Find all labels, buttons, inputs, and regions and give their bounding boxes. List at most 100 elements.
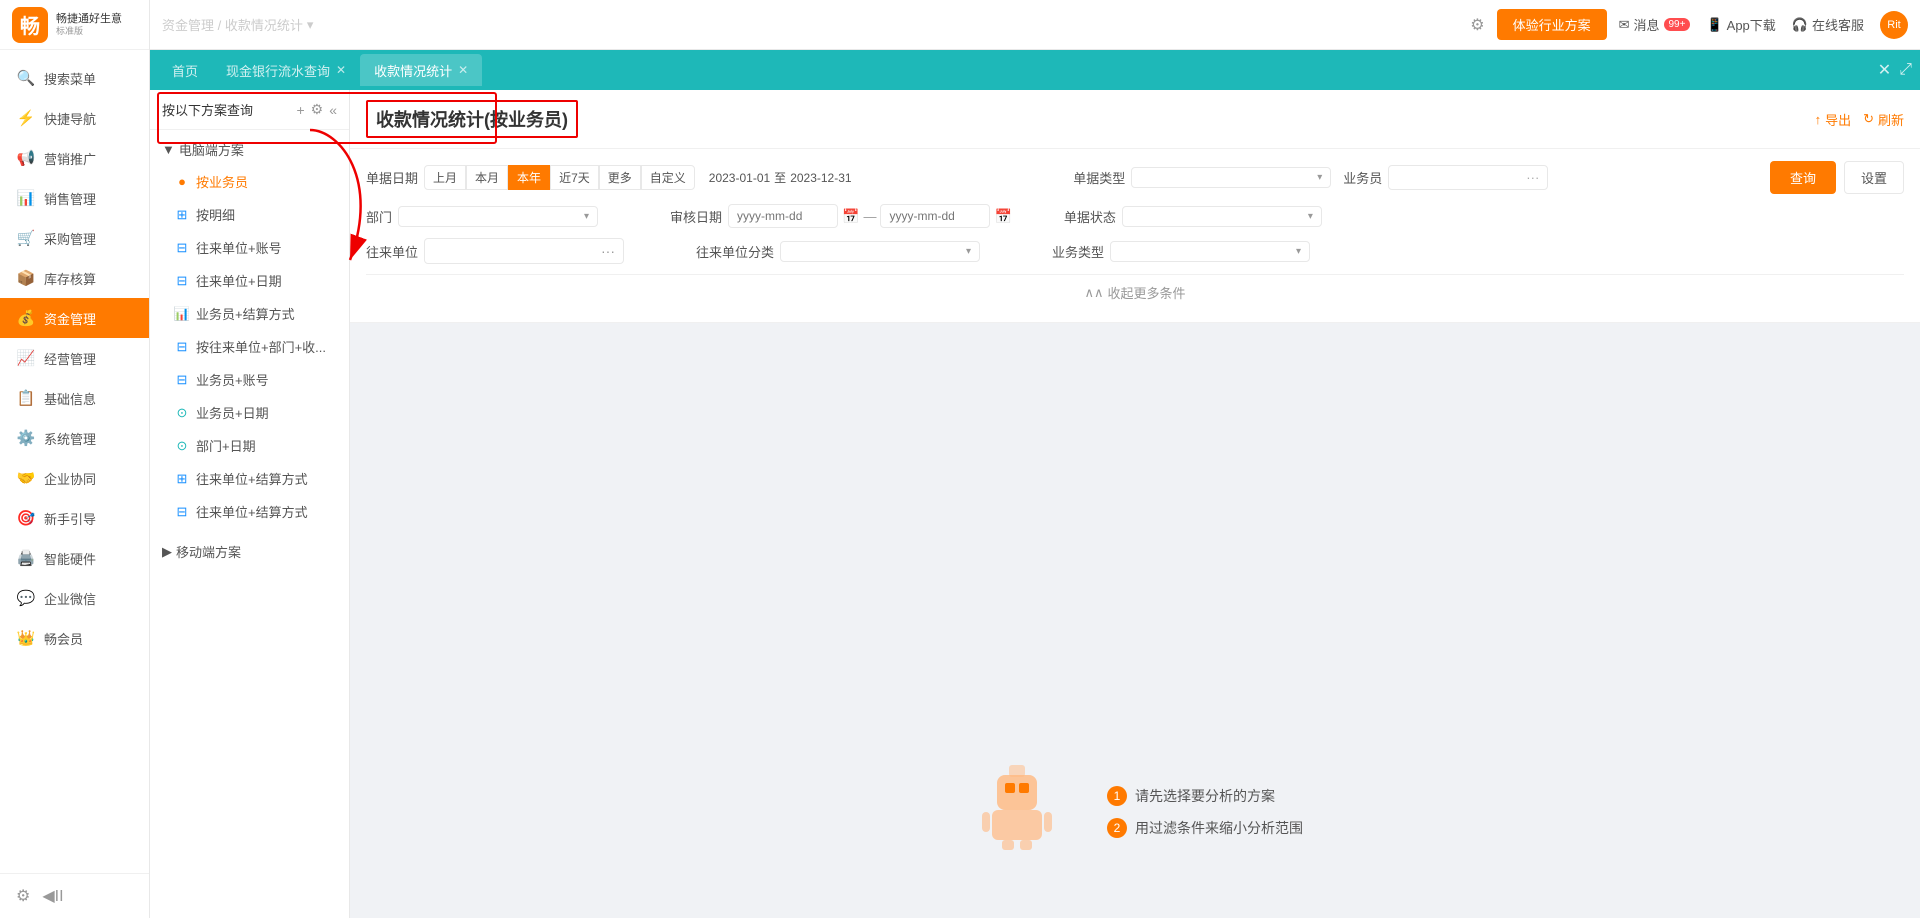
scheme-item-partner-settle2-label: 往来单位+结算方式 <box>196 502 308 521</box>
online-service-button[interactable]: 🎧 在线客服 <box>1792 15 1864 34</box>
scheme-item-salesperson[interactable]: ● 按业务员 <box>150 165 349 198</box>
tab-bank-flow[interactable]: 现金银行流水查询 ✕ <box>212 54 360 86</box>
filter-dept: 部门 ▾ <box>366 206 598 227</box>
scheme-item-partner-account[interactable]: ⊟ 往来单位+账号 <box>150 231 349 264</box>
tab-bank-flow-close[interactable]: ✕ <box>336 63 346 77</box>
sidebar-settings-icon[interactable]: ⚙ <box>16 886 30 906</box>
left-panel-header-icons: + ⚙ « <box>296 101 337 118</box>
scheme-item-dept-date[interactable]: ⊙ 部门+日期 <box>150 429 349 462</box>
scheme-item-partner-date[interactable]: ⊟ 往来单位+日期 <box>150 264 349 297</box>
sidebar-item-inventory[interactable]: 📦 库存核算 <box>0 258 149 298</box>
date-btn-custom[interactable]: 自定义 <box>641 165 695 190</box>
left-panel-header: 按以下方案查询 + ⚙ « <box>150 90 349 130</box>
scheme-item-partner-dept-label: 按往来单位+部门+收... <box>196 337 326 356</box>
scheme-settings-icon[interactable]: ⚙ <box>311 101 324 118</box>
refresh-button[interactable]: ↻ 刷新 <box>1863 110 1904 129</box>
app-download-button[interactable]: 📱 App下载 <box>1706 15 1775 34</box>
scheme-item-salesperson-account-label: 业务员+账号 <box>196 370 269 389</box>
operation-icon: 📈 <box>16 348 36 368</box>
sidebar-item-system[interactable]: ⚙️ 系统管理 <box>0 418 149 458</box>
trial-button[interactable]: 体验行业方案 <box>1497 9 1607 40</box>
salesperson-select[interactable]: ··· <box>1388 165 1548 190</box>
partner-category-select[interactable]: ▾ <box>780 241 980 262</box>
dropdown-icon[interactable]: ▾ <box>307 17 314 33</box>
hint-text-2: 用过滤条件来缩小分析范围 <box>1135 818 1303 838</box>
doc-type-select[interactable]: ▾ <box>1131 167 1331 188</box>
dept-select[interactable]: ▾ <box>398 206 598 227</box>
partner-label: 往来单位 <box>366 242 418 261</box>
breadcrumb-text: 资金管理 / 收款情况统计 <box>162 15 303 34</box>
messages-button[interactable]: ✉ 消息 99+ <box>1619 15 1691 34</box>
date-btn-this-year[interactable]: 本年 <box>508 165 550 190</box>
salesperson-more-icon[interactable]: ··· <box>1526 170 1539 185</box>
sidebar-item-capital-label: 资金管理 <box>44 309 96 328</box>
sidebar-item-guide[interactable]: 🎯 新手引导 <box>0 498 149 538</box>
date-btn-this-month[interactable]: 本月 <box>466 165 508 190</box>
collapse-filter-button[interactable]: ∧∧ 收起更多条件 <box>366 274 1904 310</box>
partner-select[interactable]: ··· <box>424 238 624 264</box>
doc-type-arrow: ▾ <box>1317 172 1322 183</box>
page-title: 收款情况统计(按业务员) <box>366 100 578 138</box>
left-panel-collapse-icon[interactable]: « <box>329 102 337 118</box>
tab-expand-icon[interactable]: ⤢ <box>1899 61 1912 79</box>
query-button[interactable]: 查询 <box>1770 161 1836 194</box>
scheme-item-detail-icon: ⊞ <box>174 207 190 223</box>
scheme-item-salesperson-date[interactable]: ⊙ 业务员+日期 <box>150 396 349 429</box>
scheme-item-salesperson-account-icon: ⊟ <box>174 372 190 388</box>
sidebar-item-operation[interactable]: 📈 经营管理 <box>0 338 149 378</box>
sidebar-item-purchase[interactable]: 🛒 采购管理 <box>0 218 149 258</box>
settings-button[interactable]: 设置 <box>1844 161 1904 194</box>
review-date-label: 审核日期 <box>670 207 722 226</box>
business-type-select[interactable]: ▾ <box>1110 241 1310 262</box>
sidebar-item-base-info[interactable]: 📋 基础信息 <box>0 378 149 418</box>
sidebar-item-smart-hw-label: 智能硬件 <box>44 549 96 568</box>
sidebar-item-quick-nav[interactable]: ⚡ 快捷导航 <box>0 98 149 138</box>
review-date-from[interactable] <box>728 204 838 228</box>
scheme-group-mobile-label: 移动端方案 <box>176 542 241 561</box>
date-btn-more[interactable]: 更多 <box>599 165 641 190</box>
doc-status-select[interactable]: ▾ <box>1122 206 1322 227</box>
quick-nav-icon: ⚡ <box>16 108 36 128</box>
date-range: 2023-01-01 至 2023-12-31 <box>709 169 852 186</box>
date-btn-last-month[interactable]: 上月 <box>424 165 466 190</box>
cal-icon-to[interactable]: 📅 <box>994 208 1011 225</box>
collapse-label: 收起更多条件 <box>1108 283 1186 302</box>
scheme-item-salesperson-settle[interactable]: 📊 业务员+结算方式 <box>150 297 349 330</box>
scheme-item-partner-dept[interactable]: ⊟ 按往来单位+部门+收... <box>150 330 349 363</box>
date-btn-7days[interactable]: 近7天 <box>550 165 599 190</box>
business-type-arrow: ▾ <box>1296 246 1301 257</box>
add-scheme-icon[interactable]: + <box>296 102 304 118</box>
topbar-settings-icon[interactable]: ⚙ <box>1470 15 1484 35</box>
user-name: Rit <box>1887 19 1900 31</box>
scheme-group-desktop-title[interactable]: ▼ 电脑端方案 <box>150 134 349 165</box>
sidebar-nav: 🔍 搜索菜单 ⚡ 快捷导航 📢 营销推广 📊 销售管理 🛒 采购管理 📦 库存核… <box>0 50 149 873</box>
sidebar-item-marketing[interactable]: 📢 营销推广 <box>0 138 149 178</box>
tab-home[interactable]: 首页 <box>158 54 212 86</box>
scheme-item-detail[interactable]: ⊞ 按明细 <box>150 198 349 231</box>
tab-receipts-stats[interactable]: 收款情况统计 ✕ <box>360 54 482 86</box>
purchase-icon: 🛒 <box>16 228 36 248</box>
tab-close-all-icon[interactable]: ✕ <box>1878 60 1891 80</box>
messages-badge: 99+ <box>1664 18 1691 31</box>
cal-icon-from[interactable]: 📅 <box>842 208 859 225</box>
sidebar-item-member[interactable]: 👑 畅会员 <box>0 618 149 658</box>
review-date-to[interactable] <box>880 204 990 228</box>
sidebar-item-sales[interactable]: 📊 销售管理 <box>0 178 149 218</box>
sidebar-item-enterprise[interactable]: 🤝 企业协同 <box>0 458 149 498</box>
scheme-item-salesperson-account[interactable]: ⊟ 业务员+账号 <box>150 363 349 396</box>
scheme-group-mobile-title[interactable]: ▶ 移动端方案 <box>150 536 349 567</box>
sidebar-item-search[interactable]: 🔍 搜索菜单 <box>0 58 149 98</box>
scheme-item-partner-settle1[interactable]: ⊞ 往来单位+结算方式 <box>150 462 349 495</box>
tab-home-label: 首页 <box>172 61 198 80</box>
sidebar-item-smart-hw[interactable]: 🖨️ 智能硬件 <box>0 538 149 578</box>
doc-status-arrow: ▾ <box>1308 211 1313 222</box>
sidebar-item-capital[interactable]: 💰 资金管理 <box>0 298 149 338</box>
sidebar-collapse-icon[interactable]: ◀II <box>42 886 63 906</box>
tab-receipts-stats-close[interactable]: ✕ <box>458 63 468 77</box>
sidebar-item-wechat[interactable]: 💬 企业微信 <box>0 578 149 618</box>
partner-more-icon[interactable]: ··· <box>601 243 615 259</box>
user-avatar[interactable]: Rit <box>1880 11 1908 39</box>
base-info-icon: 📋 <box>16 388 36 408</box>
scheme-item-partner-settle2[interactable]: ⊟ 往来单位+结算方式 <box>150 495 349 528</box>
export-button[interactable]: ↑ 导出 <box>1815 110 1852 129</box>
